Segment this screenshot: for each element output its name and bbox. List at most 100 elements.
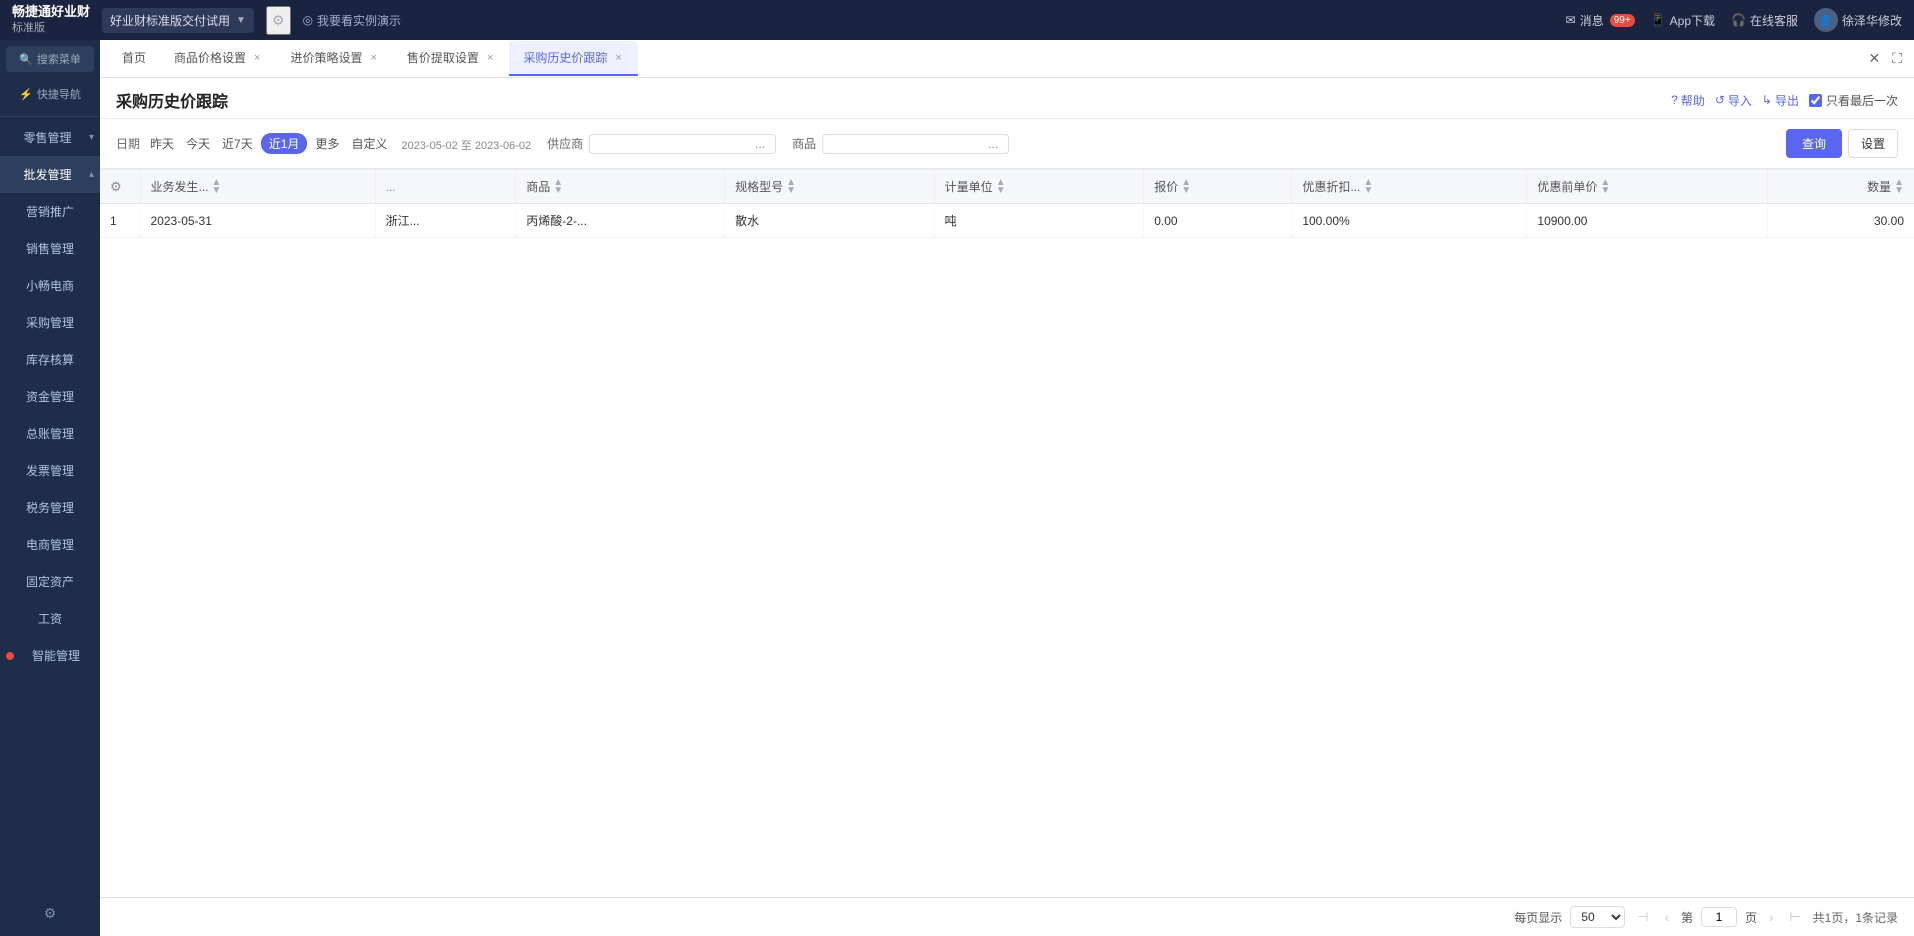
online-service-btn[interactable]: 🎧 在线客服 [1731, 12, 1798, 29]
version-dropdown[interactable]: 好业财标准版交付试用 ▼ [102, 8, 254, 33]
ecommerce-small-label: 小畅电商 [6, 277, 94, 294]
th-goods[interactable]: 商品 ▲▼ [516, 170, 725, 204]
invoice-label: 发票管理 [6, 462, 94, 479]
messages-btn[interactable]: ✉ 消息 99+ [1566, 12, 1635, 29]
sidebar-item-retail[interactable]: 零售管理 ▾ [0, 119, 100, 156]
th-spec[interactable]: 规格型号 ▲▼ [725, 170, 935, 204]
sidebar-item-ecommerce-small[interactable]: 小畅电商 [0, 267, 100, 304]
import-label: 导入 [1728, 92, 1752, 109]
sidebar-item-tax[interactable]: 税务管理 [0, 489, 100, 526]
import-link[interactable]: ↺ 导入 [1715, 92, 1752, 109]
th-discount-label: 优惠折扣... [1302, 178, 1360, 195]
sidebar-item-ledger[interactable]: 总账管理 [0, 415, 100, 452]
page-prev-btn[interactable]: ‹ [1661, 908, 1673, 927]
th-sort-spec[interactable]: 规格型号 ▲▼ [735, 178, 924, 195]
cell-spec: 散水 [725, 204, 935, 238]
sidebar-item-smart[interactable]: 智能管理 [0, 637, 100, 674]
date-btn-1month[interactable]: 近1月 [261, 133, 308, 154]
th-sort-pre-price[interactable]: 优惠前单价 ▲▼ [1537, 178, 1756, 195]
th-sort-goods[interactable]: 商品 ▲▼ [526, 178, 714, 195]
sidebar-item-purchase[interactable]: 采购管理 [0, 304, 100, 341]
export-link[interactable]: ↳ 导出 [1762, 92, 1799, 109]
demo-link[interactable]: ◎ 我要看实例演示 [303, 12, 402, 29]
assets-label: 固定资产 [6, 573, 94, 590]
supplier-more-btn[interactable]: ... [751, 137, 769, 151]
supplier-input[interactable] [596, 137, 751, 151]
date-btn-custom[interactable]: 自定义 [347, 133, 391, 154]
th-gear[interactable]: ⚙ [100, 170, 140, 204]
per-page-select[interactable]: 50 20 100 200 [1570, 906, 1625, 928]
tab-purchase-strategy[interactable]: 进价策略设置 × [276, 41, 392, 76]
goods-more-btn[interactable]: ... [984, 137, 1002, 151]
tab-purchase-strategy-close[interactable]: × [368, 51, 378, 65]
sidebar-item-wholesale[interactable]: 批发管理 ▴ [0, 156, 100, 193]
help-link[interactable]: ? 帮助 [1671, 92, 1705, 109]
tab-price-settings[interactable]: 商品价格设置 × [160, 41, 276, 76]
only-latest-checkbox[interactable] [1809, 94, 1822, 107]
page-next-btn[interactable]: › [1765, 908, 1777, 927]
sidebar-item-finance[interactable]: 资金管理 [0, 378, 100, 415]
play-icon: ◎ [303, 13, 313, 27]
ecommerce-label: 电商管理 [6, 536, 94, 553]
search-icon: 🔍 [19, 53, 33, 66]
tab-sale-extract-label: 售价提取设置 [407, 49, 479, 66]
th-col3[interactable]: ... [375, 170, 516, 204]
message-icon: ✉ [1566, 13, 1576, 27]
th-sort-date[interactable]: 业务发生... ▲▼ [151, 178, 365, 195]
th-sort-quantity[interactable]: 数量 ▲▼ [1778, 178, 1904, 195]
column-settings-icon[interactable]: ⚙ [110, 179, 122, 194]
date-btn-more[interactable]: 更多 [311, 133, 343, 154]
sidebar-item-invoice[interactable]: 发票管理 [0, 452, 100, 489]
th-sort-discount[interactable]: 优惠折扣... ▲▼ [1302, 178, 1516, 195]
date-btn-yesterday[interactable]: 昨天 [146, 133, 178, 154]
tax-label: 税务管理 [6, 499, 94, 516]
th-pre-price[interactable]: 优惠前单价 ▲▼ [1527, 170, 1767, 204]
search-menu-btn[interactable]: 🔍 搜索菜单 [6, 46, 94, 72]
quick-nav-btn[interactable]: ⚡ 快捷导航 [6, 80, 94, 108]
tab-purchase-history[interactable]: 采购历史价跟踪 × [509, 41, 637, 76]
tab-purchase-history-close[interactable]: × [613, 51, 623, 65]
th-quantity[interactable]: 数量 ▲▼ [1767, 170, 1914, 204]
th-date[interactable]: 业务发生... ▲▼ [140, 170, 375, 204]
only-latest-label: 只看最后一次 [1826, 92, 1898, 109]
th-price[interactable]: 报价 ▲▼ [1144, 170, 1292, 204]
supplier-label: 供应商 [547, 135, 583, 152]
th-sort-unit[interactable]: 计量单位 ▲▼ [945, 178, 1134, 195]
sidebar-item-sales[interactable]: 销售管理 [0, 230, 100, 267]
th-unit[interactable]: 计量单位 ▲▼ [934, 170, 1144, 204]
settings-icon[interactable]: ⚙ [266, 6, 291, 35]
smart-label: 智能管理 [18, 647, 94, 664]
th-sort-price[interactable]: 报价 ▲▼ [1154, 178, 1281, 195]
sidebar-item-marketing[interactable]: 营销推广 [0, 193, 100, 230]
demo-label: 我要看实例演示 [317, 12, 401, 29]
tab-price-settings-close[interactable]: × [252, 51, 262, 65]
sidebar-item-salary[interactable]: 工资 [0, 600, 100, 637]
tab-sale-extract-close[interactable]: × [485, 51, 495, 65]
content-area: 首页 商品价格设置 × 进价策略设置 × 售价提取设置 × 采购历史价跟踪 × … [100, 40, 1914, 936]
salary-label: 工资 [6, 610, 94, 627]
tab-expand-btn[interactable]: ⛶ [1888, 46, 1906, 71]
page-number-input[interactable] [1701, 907, 1737, 927]
help-label: 帮助 [1681, 92, 1705, 109]
sidebar-item-assets[interactable]: 固定资产 [0, 563, 100, 600]
th-date-label: 业务发生... [151, 178, 209, 195]
settings-btn[interactable]: 设置 [1848, 129, 1898, 158]
page-last-btn[interactable]: ⊢ [1785, 907, 1804, 927]
tab-close-all-btn[interactable]: ✕ [1864, 46, 1884, 71]
goods-input[interactable] [829, 137, 984, 151]
app-name: 畅捷通好业财 [12, 4, 90, 21]
th-discount[interactable]: 优惠折扣... ▲▼ [1292, 170, 1527, 204]
app-download-btn[interactable]: 📱 App下载 [1651, 12, 1715, 29]
only-latest-checkbox-label[interactable]: 只看最后一次 [1809, 92, 1898, 109]
sidebar-item-ecommerce[interactable]: 电商管理 [0, 526, 100, 563]
query-btn[interactable]: 查询 [1786, 129, 1842, 158]
user-menu[interactable]: 👤 徐泽华修改 [1814, 8, 1902, 32]
date-btn-7days[interactable]: 近7天 [218, 133, 257, 154]
tab-sale-extract[interactable]: 售价提取设置 × [393, 41, 509, 76]
tab-home[interactable]: 首页 [108, 41, 160, 76]
sidebar-item-inventory[interactable]: 库存核算 [0, 341, 100, 378]
date-btn-today[interactable]: 今天 [182, 133, 214, 154]
sidebar-settings-btn[interactable]: ⚙ [6, 899, 94, 928]
ledger-label: 总账管理 [6, 425, 94, 442]
page-first-btn[interactable]: ⊣ [1633, 907, 1652, 927]
